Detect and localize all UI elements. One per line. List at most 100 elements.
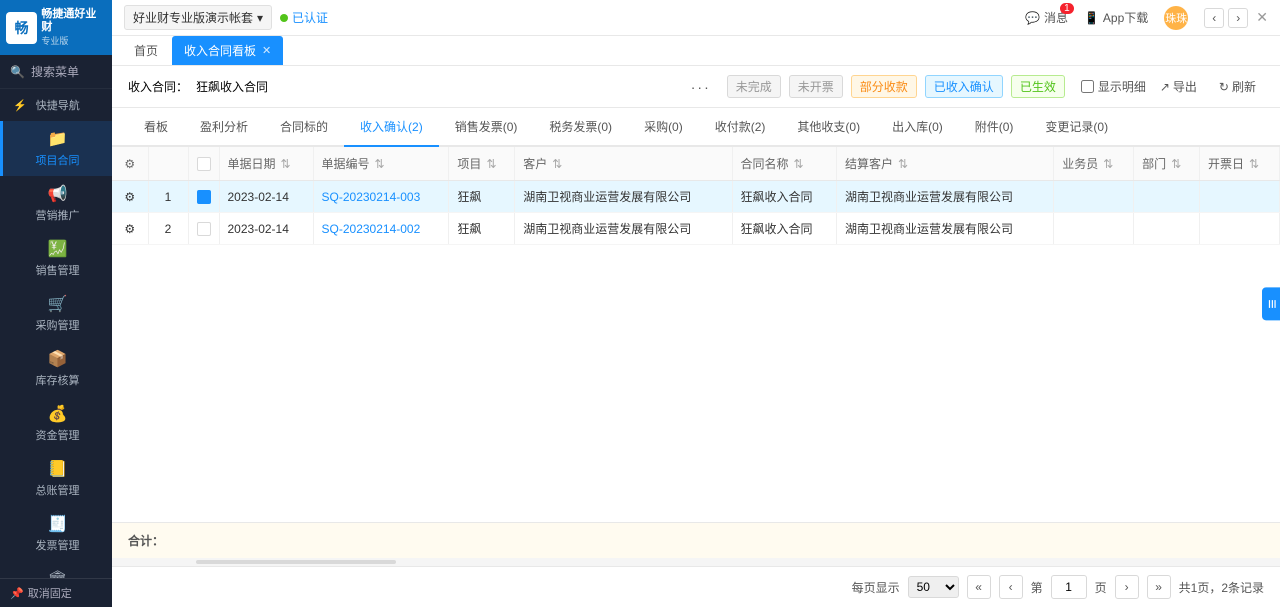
sidebar-item-tax[interactable]: 🏛 税务管理 [0,561,112,578]
download-button[interactable]: 📱 App下载 [1084,9,1148,26]
tab-label: 收入合同看板 [184,42,256,59]
tab-profit[interactable]: 盈利分析 [184,108,264,145]
scrollbar-thumb[interactable] [196,560,396,564]
user-avatar-button[interactable]: 珠珠 [1164,6,1188,30]
select-all-checkbox[interactable] [197,157,211,171]
tab-purchase[interactable]: 采购(0) [628,108,699,145]
row1-checkbox[interactable] [197,190,211,204]
prev-arrow[interactable]: ‹ [1204,8,1224,28]
table-row[interactable]: ⚙ 2 2023-02-14 SQ-20230214-002 狂飙 湖南卫视商业… [112,213,1280,245]
scrollbar-area[interactable] [112,558,1280,566]
sidebar-item-sales[interactable]: 💹 销售管理 [0,231,112,286]
status-partial[interactable]: 部分收款 [851,75,917,98]
th-salesman[interactable]: 业务员⇅ [1054,147,1134,181]
sidebar-nav: 📁 项目合同 📢 营销推广 💹 销售管理 🛒 采购管理 📦 库存核算 💰 资金管… [0,121,112,578]
th-date[interactable]: 单据日期⇅ [219,147,313,181]
right-edge-panel-icon[interactable]: ≡ [1262,287,1280,320]
more-button[interactable]: ··· [683,75,719,99]
th-number[interactable]: 单据编号⇅ [313,147,449,181]
table-header-row: ⚙ 单据日期⇅ 单据编号⇅ 项目⇅ 客户⇅ [112,147,1280,181]
th-open-date[interactable]: 开票日⇅ [1200,147,1280,181]
sidebar-item-inventory[interactable]: 📦 库存核算 [0,341,112,396]
export-button[interactable]: ↗ 导出 [1152,74,1205,99]
page-number-input[interactable] [1051,575,1087,599]
company-selector[interactable]: 好业财专业版演示帐套 ▾ [124,5,272,30]
sidebar-item-label: 资金管理 [36,427,80,443]
avatar: 珠珠 [1164,6,1188,30]
status-uninvoiced[interactable]: 未开票 [789,75,843,98]
row1-settings[interactable]: ⚙ [112,181,148,213]
sidebar-item-label: 库存核算 [36,372,80,388]
status-incomplete[interactable]: 未完成 [727,75,781,98]
message-button[interactable]: 💬 消息 1 [1025,9,1068,26]
tab-board[interactable]: 看板 [128,108,184,145]
sales-icon: 💹 [48,239,68,259]
th-settings[interactable]: ⚙ [112,147,148,181]
table-area: ⚙ 单据日期⇅ 单据编号⇅ 项目⇅ 客户⇅ [112,147,1280,522]
sidebar-item-invoice[interactable]: 🧾 发票管理 [0,506,112,561]
tab-confirm[interactable]: 收入确认(2) [344,108,439,145]
tab-attachment[interactable]: 附件(0) [959,108,1030,145]
status-effective[interactable]: 已生效 [1011,75,1065,98]
last-page-button[interactable]: » [1147,575,1171,599]
sidebar-item-capital[interactable]: 💰 资金管理 [0,396,112,451]
refresh-button[interactable]: ↻ 刷新 [1211,74,1264,99]
row2-settings[interactable]: ⚙ [112,213,148,245]
sidebar-item-purchase[interactable]: 🛒 采购管理 [0,286,112,341]
tab-payment[interactable]: 收付款(2) [699,108,782,145]
th-project[interactable]: 项目⇅ [449,147,515,181]
tabbar: 首页 收入合同看板 ✕ [112,36,1280,66]
tab-standard[interactable]: 合同标的 [264,108,344,145]
home-label: 首页 [134,44,158,58]
sidebar-item-general[interactable]: 📒 总账管理 [0,451,112,506]
next-arrow[interactable]: › [1228,8,1248,28]
table-row[interactable]: ⚙ 1 2023-02-14 SQ-20230214-003 狂飙 湖南卫视商业… [112,181,1280,213]
sidebar-item-label: 采购管理 [36,317,80,333]
tab-home[interactable]: 首页 [124,36,168,65]
sort-dept-icon: ⇅ [1171,157,1181,171]
tab-warehouse[interactable]: 出入库(0) [876,108,959,145]
show-detail-checkbox[interactable]: 显示明细 [1081,78,1146,95]
th-department[interactable]: 部门⇅ [1134,147,1200,181]
pin-icon: 📌 [10,587,24,600]
sidebar: 畅 畅捷通好业财 专业版 🔍 搜索菜单 ⚡ 快捷导航 📁 项目合同 📢 营销推广… [0,0,112,607]
tab-tax-invoice[interactable]: 税务发票(0) [533,108,628,145]
marketing-icon: 📢 [48,184,68,204]
row2-project: 狂飙 [449,213,515,245]
app-sub: 专业版 [41,34,106,47]
pagination: 每页显示 50 100 200 « ‹ 第 页 › » 共1页，2条记录 [112,566,1280,607]
sidebar-item-project[interactable]: 📁 项目合同 [0,121,112,176]
sidebar-search[interactable]: 🔍 搜索菜单 [0,55,112,89]
tab-other-income[interactable]: 其他收支(0) [781,108,876,145]
row2-check[interactable] [188,213,219,245]
topbar-left: 好业财专业版演示帐套 ▾ 已认证 [124,5,328,30]
tab-sales-invoice[interactable]: 销售发票(0) [439,108,534,145]
table-footer: 合计： [112,522,1280,558]
page-size-select[interactable]: 50 100 200 [908,576,959,598]
next-page-button[interactable]: › [1115,575,1139,599]
close-window-icon[interactable]: ✕ [1256,9,1268,26]
status-confirmed[interactable]: 已收入确认 [925,75,1003,98]
tab-change[interactable]: 变更记录(0) [1029,108,1124,145]
row1-number-link[interactable]: SQ-20230214-003 [322,190,421,204]
th-billed-customer[interactable]: 结算客户⇅ [837,147,1054,181]
show-detail-input[interactable] [1081,80,1094,93]
row2-number[interactable]: SQ-20230214-002 [313,213,449,245]
first-page-button[interactable]: « [967,575,991,599]
row1-number[interactable]: SQ-20230214-003 [313,181,449,213]
sort-project-icon: ⇅ [486,157,496,171]
row1-check[interactable] [188,181,219,213]
th-check[interactable] [188,147,219,181]
th-customer[interactable]: 客户⇅ [515,147,732,181]
sidebar-item-marketing[interactable]: 📢 营销推广 [0,176,112,231]
row2-checkbox[interactable] [197,222,211,236]
row2-number-link[interactable]: SQ-20230214-002 [322,222,421,236]
sidebar-item-nav[interactable]: ⚡ 快捷导航 [0,89,112,121]
general-icon: 📒 [48,459,68,479]
contract-name: 狂飙收入合同 [196,78,268,95]
tab-close-icon[interactable]: ✕ [262,44,271,57]
th-contract[interactable]: 合同名称⇅ [732,147,837,181]
tab-contract-board[interactable]: 收入合同看板 ✕ [172,36,283,65]
sidebar-bottom-pin[interactable]: 📌 取消固定 [0,578,112,607]
prev-page-button[interactable]: ‹ [999,575,1023,599]
